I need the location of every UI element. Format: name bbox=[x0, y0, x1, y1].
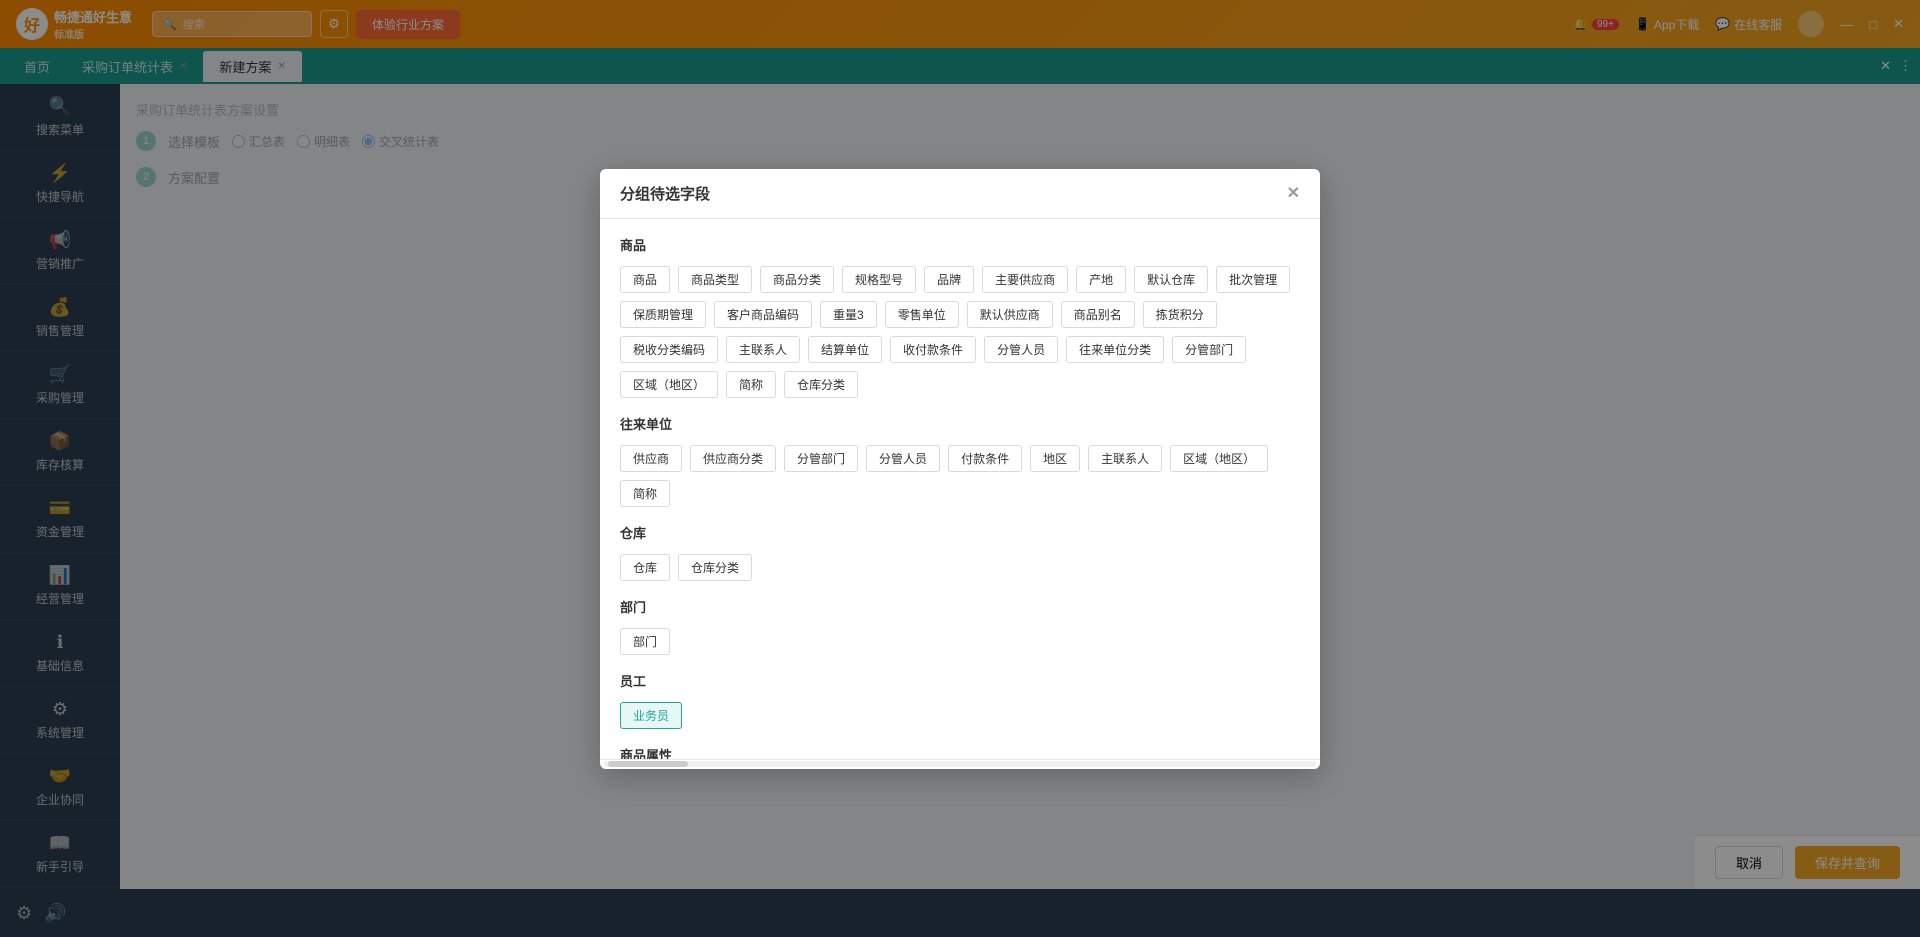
section-dept-tags: 部门 bbox=[620, 628, 1300, 655]
tag-manage-person[interactable]: 分管人员 bbox=[866, 445, 940, 472]
tag-partner-category[interactable]: 往来单位分类 bbox=[1066, 336, 1164, 363]
tag-tax-code[interactable]: 税收分类编码 bbox=[620, 336, 718, 363]
tag-short-name-product[interactable]: 简称 bbox=[726, 371, 776, 398]
tag-pick-score[interactable]: 拣货积分 bbox=[1143, 301, 1217, 328]
section-warehouse-title: 仓库 bbox=[620, 523, 1300, 542]
modal-title: 分组待选字段 bbox=[620, 183, 710, 204]
tag-department[interactable]: 部门 bbox=[620, 628, 670, 655]
modal-header: 分组待选字段 ✕ bbox=[600, 169, 1320, 219]
tag-retail-unit[interactable]: 零售单位 bbox=[885, 301, 959, 328]
tag-product-alias[interactable]: 商品别名 bbox=[1061, 301, 1135, 328]
tag-payment-terms[interactable]: 收付款条件 bbox=[890, 336, 976, 363]
section-product-title: 商品 bbox=[620, 235, 1300, 254]
tag-dept[interactable]: 分管部门 bbox=[1172, 336, 1246, 363]
section-product-tags: 商品 商品类型 商品分类 规格型号 品牌 主要供应商 产地 默认仓库 批次管理 … bbox=[620, 266, 1300, 398]
tag-customer-code[interactable]: 客户商品编码 bbox=[714, 301, 812, 328]
tag-default-supplier[interactable]: 默认供应商 bbox=[967, 301, 1053, 328]
section-warehouse-tags: 仓库 仓库分类 bbox=[620, 554, 1300, 581]
modal-overlay: 分组待选字段 ✕ 商品 商品 商品类型 商品分类 规格型号 品牌 主要供应商 产… bbox=[0, 0, 1920, 937]
tag-payment-condition[interactable]: 付款条件 bbox=[948, 445, 1022, 472]
tag-warehouse-category[interactable]: 仓库分类 bbox=[784, 371, 858, 398]
scrollbar-track bbox=[604, 761, 1316, 767]
tag-region-partner[interactable]: 区域（地区） bbox=[1170, 445, 1268, 472]
tag-spec-model[interactable]: 规格型号 bbox=[842, 266, 916, 293]
tag-weight3[interactable]: 重量3 bbox=[820, 301, 877, 328]
tag-warehouse[interactable]: 仓库 bbox=[620, 554, 670, 581]
tag-expiry-mgmt[interactable]: 保质期管理 bbox=[620, 301, 706, 328]
tag-main-contact[interactable]: 主联系人 bbox=[726, 336, 800, 363]
section-partner-tags: 供应商 供应商分类 分管部门 分管人员 付款条件 地区 主联系人 区域（地区） … bbox=[620, 445, 1300, 507]
tag-warehouse-cat[interactable]: 仓库分类 bbox=[678, 554, 752, 581]
tag-area[interactable]: 地区 bbox=[1030, 445, 1080, 472]
tag-supplier-category[interactable]: 供应商分类 bbox=[690, 445, 776, 472]
tag-main-contact-partner[interactable]: 主联系人 bbox=[1088, 445, 1162, 472]
tag-origin[interactable]: 产地 bbox=[1076, 266, 1126, 293]
tag-salesperson[interactable]: 业务员 bbox=[620, 702, 682, 729]
tag-batch-mgmt[interactable]: 批次管理 bbox=[1216, 266, 1290, 293]
modal-body: 商品 商品 商品类型 商品分类 规格型号 品牌 主要供应商 产地 默认仓库 批次… bbox=[600, 219, 1320, 759]
section-staff-tags: 业务员 bbox=[620, 702, 1300, 729]
tag-short-name-partner[interactable]: 简称 bbox=[620, 480, 670, 507]
section-dept-title: 部门 bbox=[620, 597, 1300, 616]
tag-region-product[interactable]: 区域（地区） bbox=[620, 371, 718, 398]
scrollbar-thumb bbox=[608, 761, 688, 767]
tag-supervisor[interactable]: 分管人员 bbox=[984, 336, 1058, 363]
tag-settlement-unit[interactable]: 结算单位 bbox=[808, 336, 882, 363]
tag-brand[interactable]: 品牌 bbox=[924, 266, 974, 293]
modal-horizontal-scrollbar bbox=[600, 759, 1320, 769]
section-attr-title: 商品属性 bbox=[620, 745, 1300, 759]
tag-supplier[interactable]: 供应商 bbox=[620, 445, 682, 472]
section-partner-title: 往来单位 bbox=[620, 414, 1300, 433]
section-staff-title: 员工 bbox=[620, 671, 1300, 690]
tag-product[interactable]: 商品 bbox=[620, 266, 670, 293]
tag-main-supplier[interactable]: 主要供应商 bbox=[982, 266, 1068, 293]
tag-manage-dept[interactable]: 分管部门 bbox=[784, 445, 858, 472]
modal-close-button[interactable]: ✕ bbox=[1287, 183, 1300, 203]
tag-product-type[interactable]: 商品类型 bbox=[678, 266, 752, 293]
field-select-modal: 分组待选字段 ✕ 商品 商品 商品类型 商品分类 规格型号 品牌 主要供应商 产… bbox=[600, 169, 1320, 769]
tag-product-category[interactable]: 商品分类 bbox=[760, 266, 834, 293]
tag-default-warehouse[interactable]: 默认仓库 bbox=[1134, 266, 1208, 293]
